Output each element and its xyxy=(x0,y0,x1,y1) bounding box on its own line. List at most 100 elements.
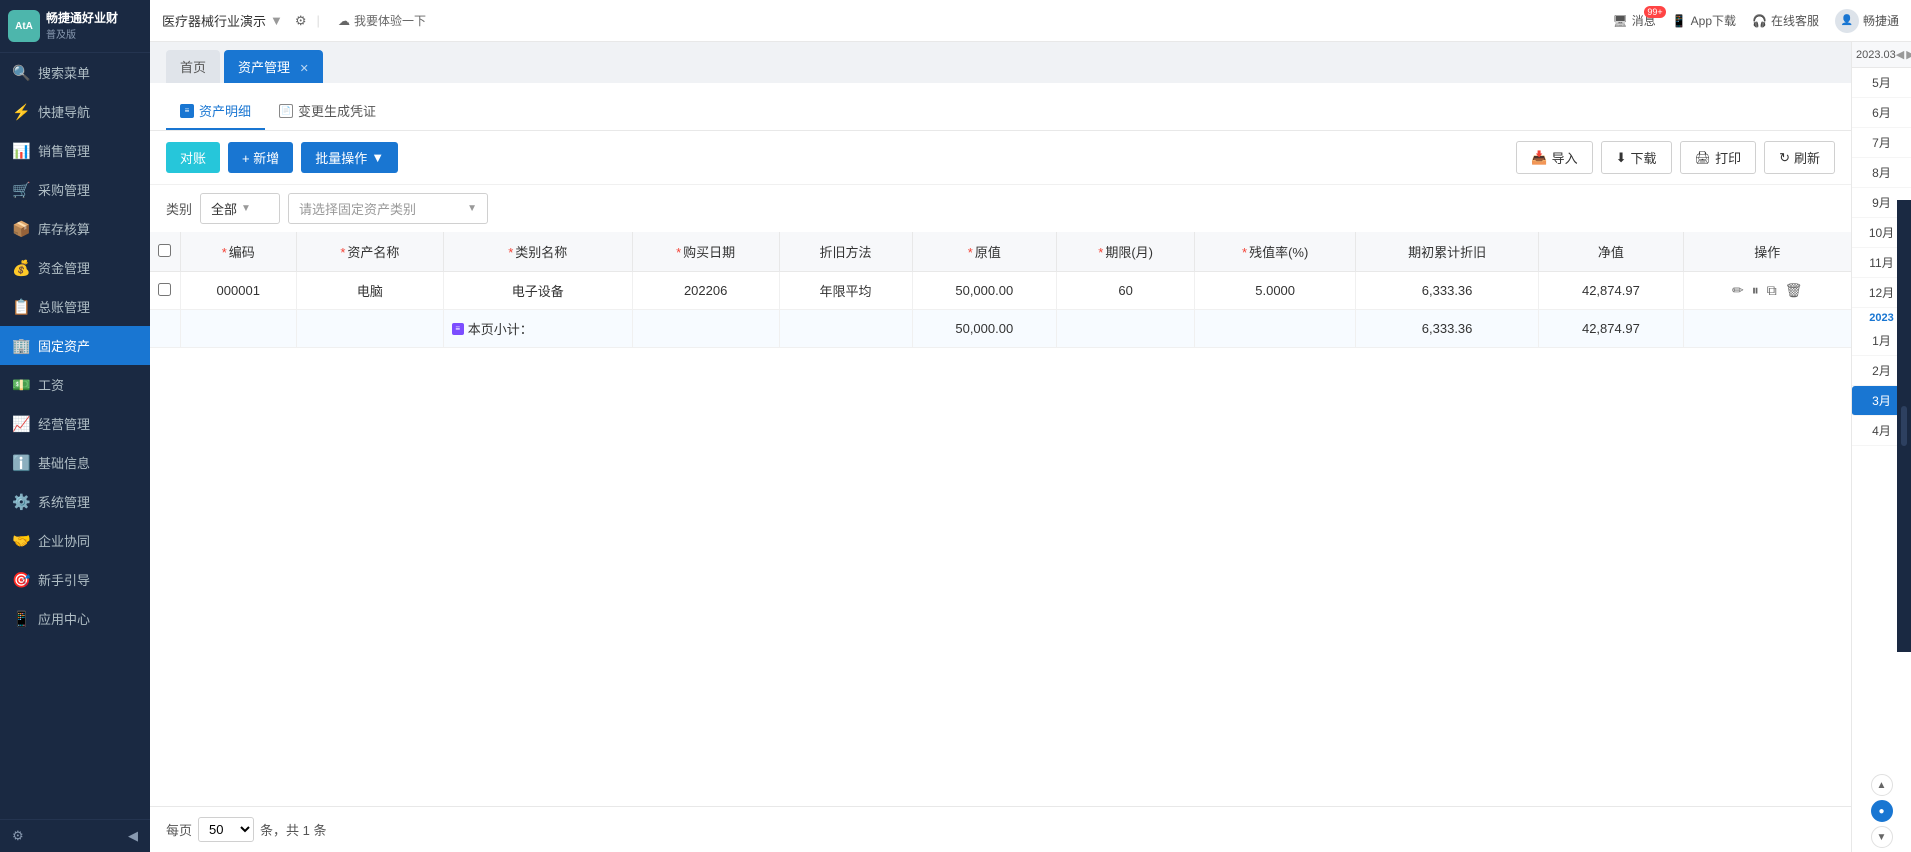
collapse-icon[interactable]: ◀ xyxy=(128,828,138,844)
sidebar-item-basic-info[interactable]: ℹ️ 基础信息 xyxy=(0,443,150,482)
sidebar-item-search[interactable]: 🔍 搜索菜单 xyxy=(0,53,150,92)
sidebar-item-business[interactable]: 📈 经营管理 xyxy=(0,404,150,443)
category-dropdown-arrow: ▼ xyxy=(467,203,477,214)
tab-home[interactable]: 首页 xyxy=(166,50,220,83)
new-button[interactable]: + 新增 xyxy=(228,142,293,173)
company-selector[interactable]: 医疗器械行业演示 ▼ xyxy=(162,11,283,30)
sidebar-item-sales[interactable]: 📊 销售管理 xyxy=(0,131,150,170)
table-row: 000001 电脑 电子设备 202206 xyxy=(150,272,1851,310)
row-checkbox[interactable] xyxy=(158,283,171,296)
sub-tab-voucher[interactable]: 📄 变更生成凭证 xyxy=(265,93,390,130)
sidebar-item-ledger[interactable]: 📋 总账管理 xyxy=(0,287,150,326)
refresh-button[interactable]: ↻ 刷新 xyxy=(1764,141,1835,174)
sidebar-item-label: 新手引导 xyxy=(38,570,90,589)
tab-close-icon[interactable]: ✕ xyxy=(300,63,309,75)
sidebar-item-system[interactable]: ⚙️ 系统管理 xyxy=(0,482,150,521)
sidebar-item-purchase[interactable]: 🛒 采购管理 xyxy=(0,170,150,209)
batch-ops-button[interactable]: 批量操作 ▼ xyxy=(301,142,398,173)
download-button[interactable]: ⬇ 下载 xyxy=(1601,141,1672,174)
print-button[interactable]: 🖨 打印 xyxy=(1680,141,1757,174)
settings-icon[interactable]: ⚙ xyxy=(12,828,24,844)
batch-arrow-icon: ▼ xyxy=(371,150,384,165)
sidebar-item-label: 经营管理 xyxy=(38,414,90,433)
tab-asset[interactable]: 资产管理 ✕ xyxy=(224,50,323,83)
cloud-icon: ☁ xyxy=(338,14,350,28)
message-badge: 99+ xyxy=(1644,6,1665,18)
sidebar-item-label: 库存核算 xyxy=(38,219,90,238)
experience-button[interactable]: ☁ 我要体验一下 xyxy=(338,12,426,29)
sidebar-item-label: 系统管理 xyxy=(38,492,90,511)
copy-icon[interactable]: ⧉ xyxy=(1767,282,1777,299)
app-download-button[interactable]: 📱 App下载 xyxy=(1672,12,1736,29)
page-size-select[interactable]: 20 50 100 xyxy=(198,817,254,842)
delete-icon[interactable]: 🗑 xyxy=(1785,282,1803,299)
pause-icon[interactable]: ⏸ xyxy=(1752,282,1759,299)
inventory-icon: 📦 xyxy=(12,220,30,238)
print-icon: 🖨 xyxy=(1695,150,1712,166)
cal-month-5[interactable]: 5月 xyxy=(1852,68,1911,98)
messages-button[interactable]: 🖥 消息 99+ xyxy=(1612,12,1655,29)
app-name: 畅捷通好业财 xyxy=(46,11,118,27)
settings-gear-icon[interactable]: ⚙ xyxy=(295,13,307,29)
cal-current-btn[interactable]: ● xyxy=(1871,800,1893,822)
online-support-button[interactable]: 🎧 在线客服 xyxy=(1752,12,1819,29)
inner-page: ≡ 资产明细 📄 变更生成凭证 对账 + 新增 批量操作 ▼ xyxy=(150,83,1851,852)
sidebar-item-inventory[interactable]: 📦 库存核算 xyxy=(0,209,150,248)
cell-period: 60 xyxy=(1056,272,1194,310)
total-count-label: 条，共 1 条 xyxy=(260,820,326,839)
sidebar-item-label: 企业协同 xyxy=(38,531,90,550)
sidebar-item-fixed-assets[interactable]: 🏢 固定资产 xyxy=(0,326,150,365)
category-input[interactable]: 请选择固定资产类别 ▼ xyxy=(288,193,488,224)
app-center-icon: 📱 xyxy=(12,610,30,628)
edit-icon[interactable]: ✏ xyxy=(1732,282,1744,299)
user-menu[interactable]: 👤 畅捷通 xyxy=(1835,9,1899,33)
business-icon: 📈 xyxy=(12,415,30,433)
category-type-select[interactable]: 全部 ▼ xyxy=(200,193,280,224)
type-select-arrow: ▼ xyxy=(241,203,251,214)
sidebar-item-label: 采购管理 xyxy=(38,180,90,199)
select-all-checkbox[interactable] xyxy=(158,244,171,257)
search-icon: 🔍 xyxy=(12,64,30,82)
cell-purchase-date: 202206 xyxy=(632,272,779,310)
sub-tab-detail[interactable]: ≡ 资产明细 xyxy=(166,93,265,130)
detail-tab-icon: ≡ xyxy=(180,104,194,118)
voucher-tab-icon: 📄 xyxy=(279,104,293,118)
cal-month-6[interactable]: 6月 xyxy=(1852,98,1911,128)
topbar: 医疗器械行业演示 ▼ ⚙ | ☁ 我要体验一下 🖥 消息 99+ 📱 App下载… xyxy=(150,0,1911,42)
guide-icon: 🎯 xyxy=(12,571,30,589)
quick-nav-icon: ⚡ xyxy=(12,103,30,121)
cal-month-8[interactable]: 8月 xyxy=(1852,158,1911,188)
category-filter-label: 类别 xyxy=(166,199,192,218)
select-all-header xyxy=(150,232,180,272)
sidebar-item-quick-nav[interactable]: ⚡ 快捷导航 xyxy=(0,92,150,131)
cal-month-7[interactable]: 7月 xyxy=(1852,128,1911,158)
calendar-prev-arrow[interactable]: ◀ xyxy=(1896,48,1904,61)
col-depreciation-method: 折旧方法 xyxy=(779,232,912,272)
cal-up-btn[interactable]: ▲ xyxy=(1871,774,1893,796)
filter-row: 类别 全部 ▼ 请选择固定资产类别 ▼ xyxy=(150,185,1851,232)
cell-original-value: 50,000.00 xyxy=(912,272,1056,310)
col-code: *编码 xyxy=(180,232,296,272)
sidebar-item-app-center[interactable]: 📱 应用中心 xyxy=(0,599,150,638)
sidebar-item-label: 基础信息 xyxy=(38,453,90,472)
tabs-bar: 首页 资产管理 ✕ xyxy=(150,42,1851,83)
purchase-icon: 🛒 xyxy=(12,181,30,199)
col-net-value: 净值 xyxy=(1539,232,1683,272)
support-icon: 🎧 xyxy=(1752,14,1767,28)
reconcile-button[interactable]: 对账 xyxy=(166,142,220,173)
calendar-next-arrow[interactable]: ▶ xyxy=(1906,48,1911,61)
export-button[interactable]: 📥 导入 xyxy=(1516,141,1592,174)
col-name: *资产名称 xyxy=(296,232,443,272)
sales-icon: 📊 xyxy=(12,142,30,160)
separator: | xyxy=(317,13,320,28)
sidebar-item-funds[interactable]: 💰 资金管理 xyxy=(0,248,150,287)
sidebar-item-payroll[interactable]: 💵 工资 xyxy=(0,365,150,404)
main-toolbar: 对账 + 新增 批量操作 ▼ 📥 导入 ⬇ 下载 xyxy=(150,131,1851,185)
sidebar-item-enterprise[interactable]: 🤝 企业协同 xyxy=(0,521,150,560)
sidebar-item-guide[interactable]: 🎯 新手引导 xyxy=(0,560,150,599)
company-name: 医疗器械行业演示 xyxy=(162,11,266,30)
assets-table: *编码 *资产名称 *类别名称 *购买日期 折旧方法 *原值 *期限(月) *残… xyxy=(150,232,1851,348)
cell-name: 电脑 xyxy=(296,272,443,310)
cal-down-btn[interactable]: ▼ xyxy=(1871,826,1893,848)
refresh-icon: ↻ xyxy=(1779,150,1790,166)
